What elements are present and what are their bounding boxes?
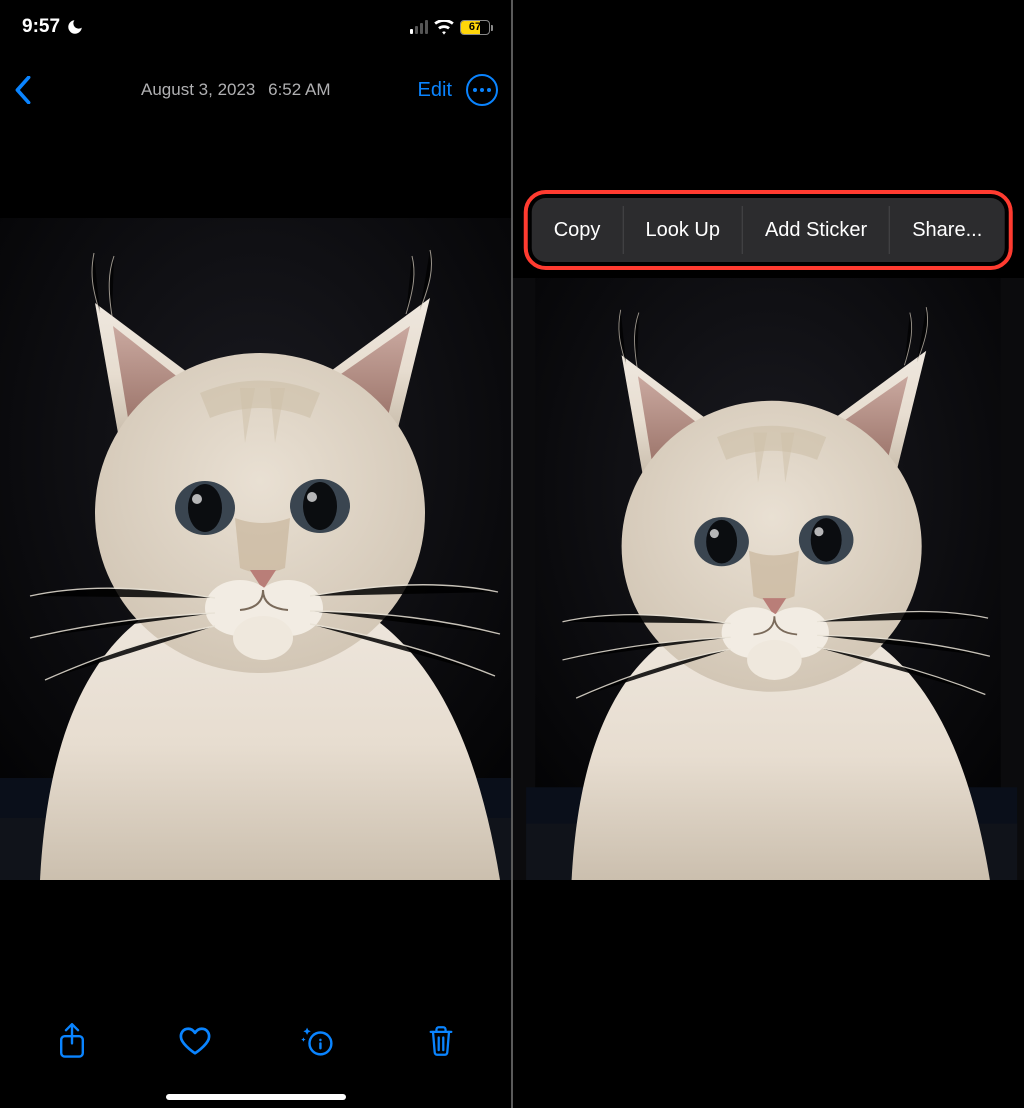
share-button[interactable] [47,1016,97,1066]
home-indicator[interactable] [166,1094,346,1100]
edit-button[interactable]: Edit [418,79,452,102]
phone-screen-left: 9:57 67 [0,0,512,1108]
bottom-toolbar [0,996,512,1086]
photo-time: 6:52 AM [268,80,330,99]
panel-divider [511,0,513,1108]
do-not-disturb-icon [66,18,84,36]
back-button[interactable] [14,60,54,120]
battery-indicator: 67 [460,20,490,35]
cellular-signal-icon [410,20,428,34]
annotation-highlight: Copy Look Up Add Sticker Share... [524,190,1013,270]
status-bar: 9:57 67 [0,0,512,54]
favorite-button[interactable] [170,1016,220,1066]
wifi-icon [434,20,454,35]
nav-bar: August 3, 2023 6:52 AM Edit [0,60,512,120]
photo-viewport[interactable] [0,218,512,880]
status-time: 9:57 [22,16,60,38]
context-menu-lookup[interactable]: Look Up [623,198,742,262]
context-menu-share[interactable]: Share... [890,198,1004,262]
more-options-button[interactable] [466,74,498,106]
delete-button[interactable] [416,1016,466,1066]
photo-content [0,218,512,880]
context-menu-copy[interactable]: Copy [532,198,623,262]
context-menu: Copy Look Up Add Sticker Share... [532,198,1005,262]
ellipsis-icon [473,88,491,92]
photo-viewport[interactable] [512,278,1024,880]
photo-content-lifted-subject [512,278,1024,880]
info-button[interactable] [293,1016,343,1066]
context-menu-add-sticker[interactable]: Add Sticker [743,198,889,262]
phone-screen-right: Copy Look Up Add Sticker Share... [512,0,1024,1108]
photo-date-title: August 3, 2023 6:52 AM [54,80,418,100]
photo-date: August 3, 2023 [141,80,255,99]
